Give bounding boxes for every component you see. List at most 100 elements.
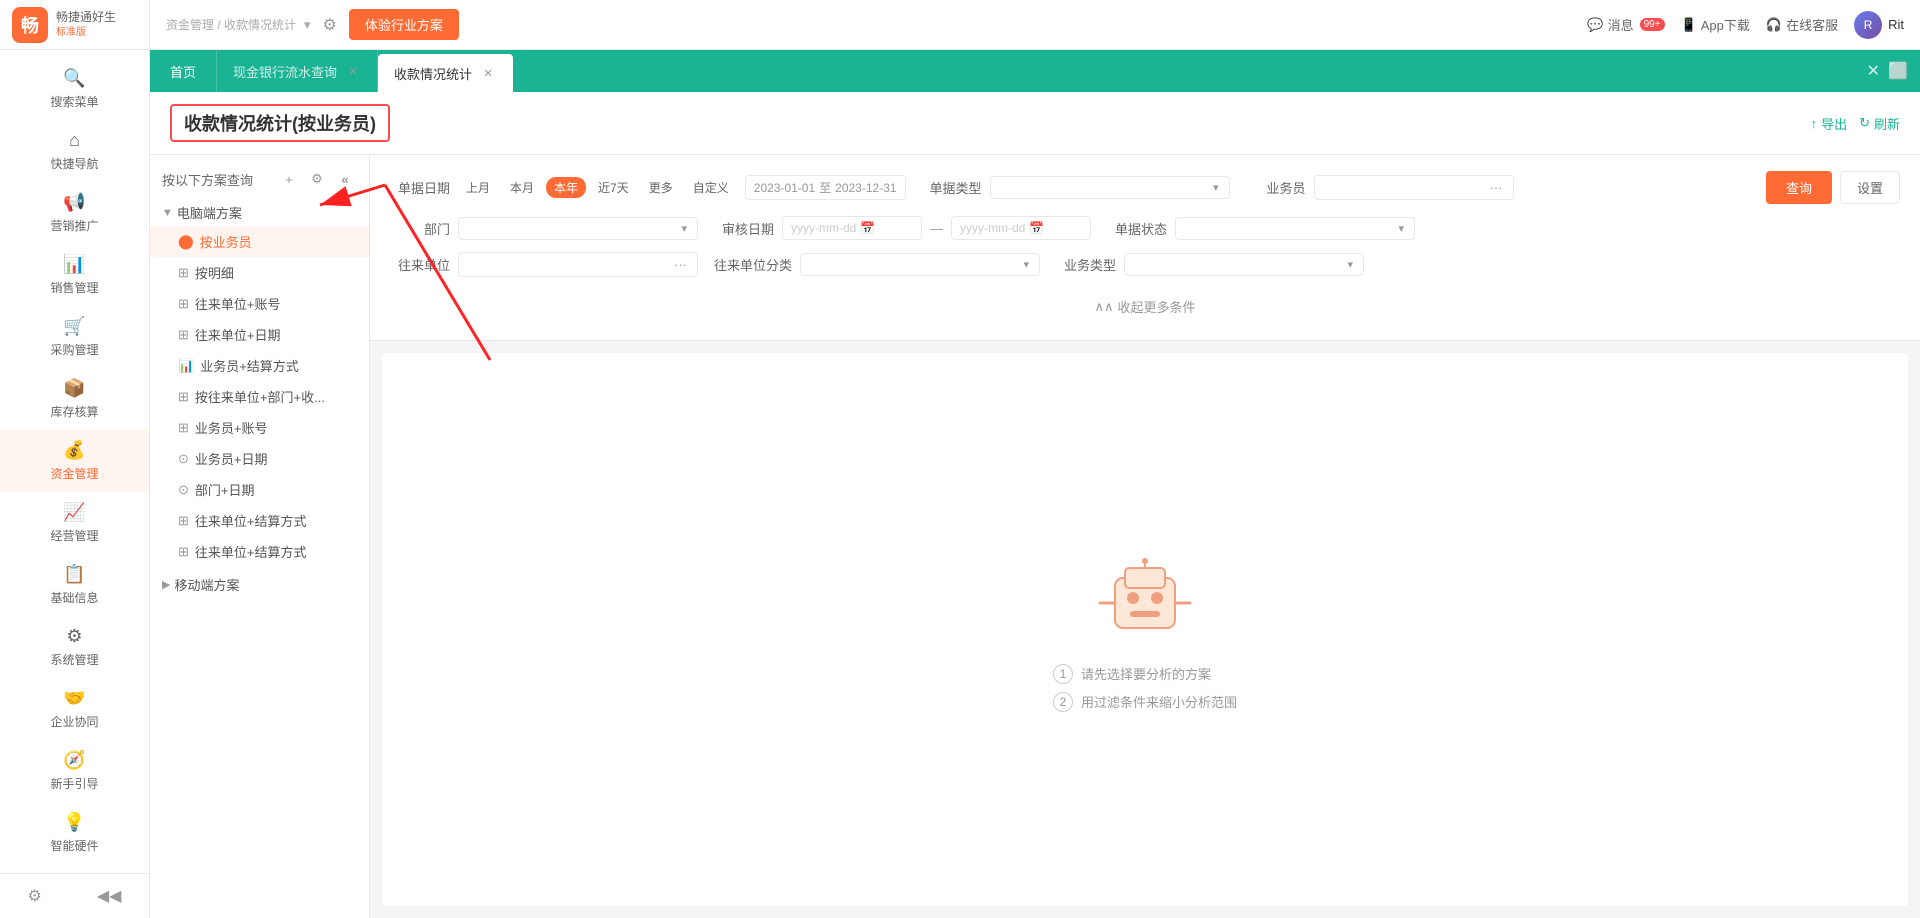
salesperson-select[interactable]: ···: [1314, 175, 1514, 200]
hardware-icon: 💡: [63, 812, 85, 833]
notifications-area[interactable]: 💬 消息 99+: [1587, 15, 1664, 34]
logo-area: 畅 畅捷通好生 标准版: [0, 0, 149, 50]
footer-settings-icon[interactable]: ⚙: [28, 886, 42, 906]
scheme-unit-settlement2[interactable]: ⊞ 往来单位+结算方式: [150, 536, 369, 567]
scheme-group-mobile-header[interactable]: ▶ 移动端方案: [150, 571, 369, 598]
counterpart-more-btn[interactable]: ···: [674, 257, 687, 272]
tab-home[interactable]: 首页: [150, 50, 217, 92]
counterpart-label: 往来单位: [390, 255, 450, 274]
sidebar-item-operation[interactable]: 📈 经营管理: [0, 492, 149, 554]
sidebar-item-purchase[interactable]: 🛒 采购管理: [0, 306, 149, 368]
tab-receipt-stats[interactable]: 收款情况统计 ✕: [378, 54, 513, 92]
counterpart-cat-select[interactable]: ▾: [800, 253, 1040, 276]
dept-filter-item: 部门 ▾: [390, 217, 698, 240]
query-button[interactable]: 查询: [1766, 171, 1832, 204]
desktop-scheme-label: 电脑端方案: [177, 203, 242, 222]
date-tab-7days[interactable]: 近7天: [590, 177, 637, 198]
counterpart-cat-dropdown-icon: ▾: [1023, 258, 1029, 271]
date-tab-this-month[interactable]: 本月: [502, 177, 542, 198]
scheme-settings-button[interactable]: ⚙: [305, 167, 329, 191]
breadcrumb-dropdown-icon[interactable]: ▾: [304, 17, 311, 33]
sidebar-item-hardware[interactable]: 💡 智能硬件: [0, 802, 149, 864]
sidebar-item-system[interactable]: ⚙ 系统管理: [0, 616, 149, 678]
marketing-icon: 📢: [63, 192, 85, 213]
sidebar-item-wechat[interactable]: 💬 企业微信: [0, 864, 149, 873]
tab-bank-flow[interactable]: 现金银行流水查询 ✕: [217, 50, 378, 92]
dept-select[interactable]: ▾: [458, 217, 698, 240]
status-select[interactable]: ▾: [1175, 217, 1415, 240]
search-icon: 🔍: [63, 68, 85, 89]
scheme-unit-dept-collect[interactable]: ⊞ 按往来单位+部门+收...: [150, 381, 369, 412]
audit-date-to-input[interactable]: yyyy-mm-dd 📅: [951, 216, 1091, 240]
filter-header: 按以下方案查询 + ⚙ «: [150, 167, 369, 199]
scheme-salesperson-account[interactable]: ⊞ 业务员+账号: [150, 412, 369, 443]
user-area[interactable]: R Rit: [1854, 11, 1904, 39]
type-select[interactable]: ▾: [990, 176, 1230, 199]
empty-steps: 1 请先选择要分析的方案 2 用过滤条件来缩小分析范围: [1053, 664, 1237, 712]
tab-bank-flow-label: 现金银行流水查询: [233, 62, 337, 81]
app-download-area[interactable]: 📱 App下载: [1681, 15, 1750, 34]
audit-date-from-input[interactable]: yyyy-mm-dd 📅: [782, 216, 922, 240]
sidebar-item-sales[interactable]: 📊 销售管理: [0, 244, 149, 306]
inventory-icon: 📦: [63, 378, 85, 399]
calendar-icon-2: 📅: [1029, 221, 1044, 235]
scheme-unit-settlement1[interactable]: ⊞ 往来单位+结算方式: [150, 505, 369, 536]
date-from: 2023-01-01: [754, 181, 815, 195]
date-range-display: 2023-01-01 至 2023-12-31: [745, 175, 906, 200]
scheme-salesperson-date[interactable]: ⊙ 业务员+日期: [150, 443, 369, 474]
collapse-filters-button[interactable]: ∧∧ 收起更多条件: [390, 289, 1900, 324]
date-tab-custom[interactable]: 自定义: [685, 177, 737, 198]
scheme-by-salesperson[interactable]: ⬤ 按业务员: [150, 226, 369, 257]
date-tab-more[interactable]: 更多: [641, 177, 681, 198]
headset-icon: 🎧: [1766, 17, 1782, 33]
set-button[interactable]: 设置: [1840, 171, 1900, 204]
sidebar-item-basic[interactable]: 📋 基础信息: [0, 554, 149, 616]
online-service-area[interactable]: 🎧 在线客服: [1766, 15, 1838, 34]
salesperson-more-btn[interactable]: ···: [1490, 180, 1503, 195]
sidebar-nav: 🔍 搜索菜单 ⌂ 快捷导航 📢 营销推广 📊 销售管理 🛒 采购管理 📦: [0, 50, 149, 873]
tab-receipt-stats-close[interactable]: ✕: [480, 65, 496, 81]
purchase-icon: 🛒: [63, 316, 85, 337]
scheme-unit-date[interactable]: ⊞ 往来单位+日期: [150, 319, 369, 350]
close-window-icon[interactable]: ✕: [1867, 61, 1880, 81]
tabbar: 首页 现金银行流水查询 ✕ 收款情况统计 ✕ ✕ ⬜: [150, 50, 1920, 92]
sales-icon: 📊: [63, 254, 85, 275]
scheme-by-detail[interactable]: ⊞ 按明细: [150, 257, 369, 288]
collapse-panel-button[interactable]: «: [333, 167, 357, 191]
sidebar: 畅 畅捷通好生 标准版 🔍 搜索菜单 ⌂ 快捷导航 📢 营销推广 📊 销售: [0, 0, 150, 918]
topbar-gear[interactable]: ⚙: [323, 15, 337, 35]
sidebar-item-guide[interactable]: 🧭 新手引导: [0, 740, 149, 802]
biz-type-select[interactable]: ▾: [1124, 253, 1364, 276]
unit-settlement1-icon: ⊞: [178, 513, 189, 529]
scheme-dept-date[interactable]: ⊙ 部门+日期: [150, 474, 369, 505]
salesperson-label: 业务员: [1246, 178, 1306, 197]
scheme-salesperson-settlement[interactable]: 📊 业务员+结算方式: [150, 350, 369, 381]
scheme-unit-account[interactable]: ⊞ 往来单位+账号: [150, 288, 369, 319]
sidebar-item-search[interactable]: 🔍 搜索菜单: [0, 58, 149, 120]
refresh-button[interactable]: ↻ 刷新: [1859, 114, 1900, 133]
maximize-icon[interactable]: ⬜: [1888, 61, 1908, 81]
add-scheme-button[interactable]: +: [277, 167, 301, 191]
page-header-actions: ↑ 导出 ↻ 刷新: [1811, 114, 1900, 133]
date-tab-last-month[interactable]: 上月: [458, 177, 498, 198]
left-panel: 按以下方案查询 + ⚙ «: [150, 155, 370, 918]
sidebar-item-finance[interactable]: 💰 资金管理: [0, 430, 149, 492]
calendar-icon: 📅: [860, 221, 875, 235]
industry-solution-button[interactable]: 体验行业方案: [349, 9, 459, 40]
notification-badge: 99+: [1640, 18, 1665, 31]
sidebar-item-quick-nav[interactable]: ⌂ 快捷导航: [0, 120, 149, 182]
home-icon: ⌂: [69, 130, 80, 151]
tab-bank-flow-close[interactable]: ✕: [345, 63, 361, 79]
sidebar-item-inventory[interactable]: 📦 库存核算: [0, 368, 149, 430]
sidebar-item-corp[interactable]: 🤝 企业协同: [0, 678, 149, 740]
date-tab-this-year[interactable]: 本年: [546, 177, 586, 198]
counterpart-select[interactable]: ···: [458, 252, 698, 277]
scheme-group-desktop-header[interactable]: ▼ 电脑端方案: [150, 199, 369, 226]
date-separator: —: [930, 221, 943, 236]
footer-collapse-icon[interactable]: ◀◀: [97, 886, 122, 906]
status-label: 单据状态: [1107, 219, 1167, 238]
mobile-icon: 📱: [1681, 17, 1697, 33]
sidebar-item-marketing[interactable]: 📢 营销推广: [0, 182, 149, 244]
export-button[interactable]: ↑ 导出: [1811, 114, 1848, 133]
filter-row-2: 部门 ▾ 审核日期 yyyy-mm-dd 📅: [390, 216, 1900, 240]
